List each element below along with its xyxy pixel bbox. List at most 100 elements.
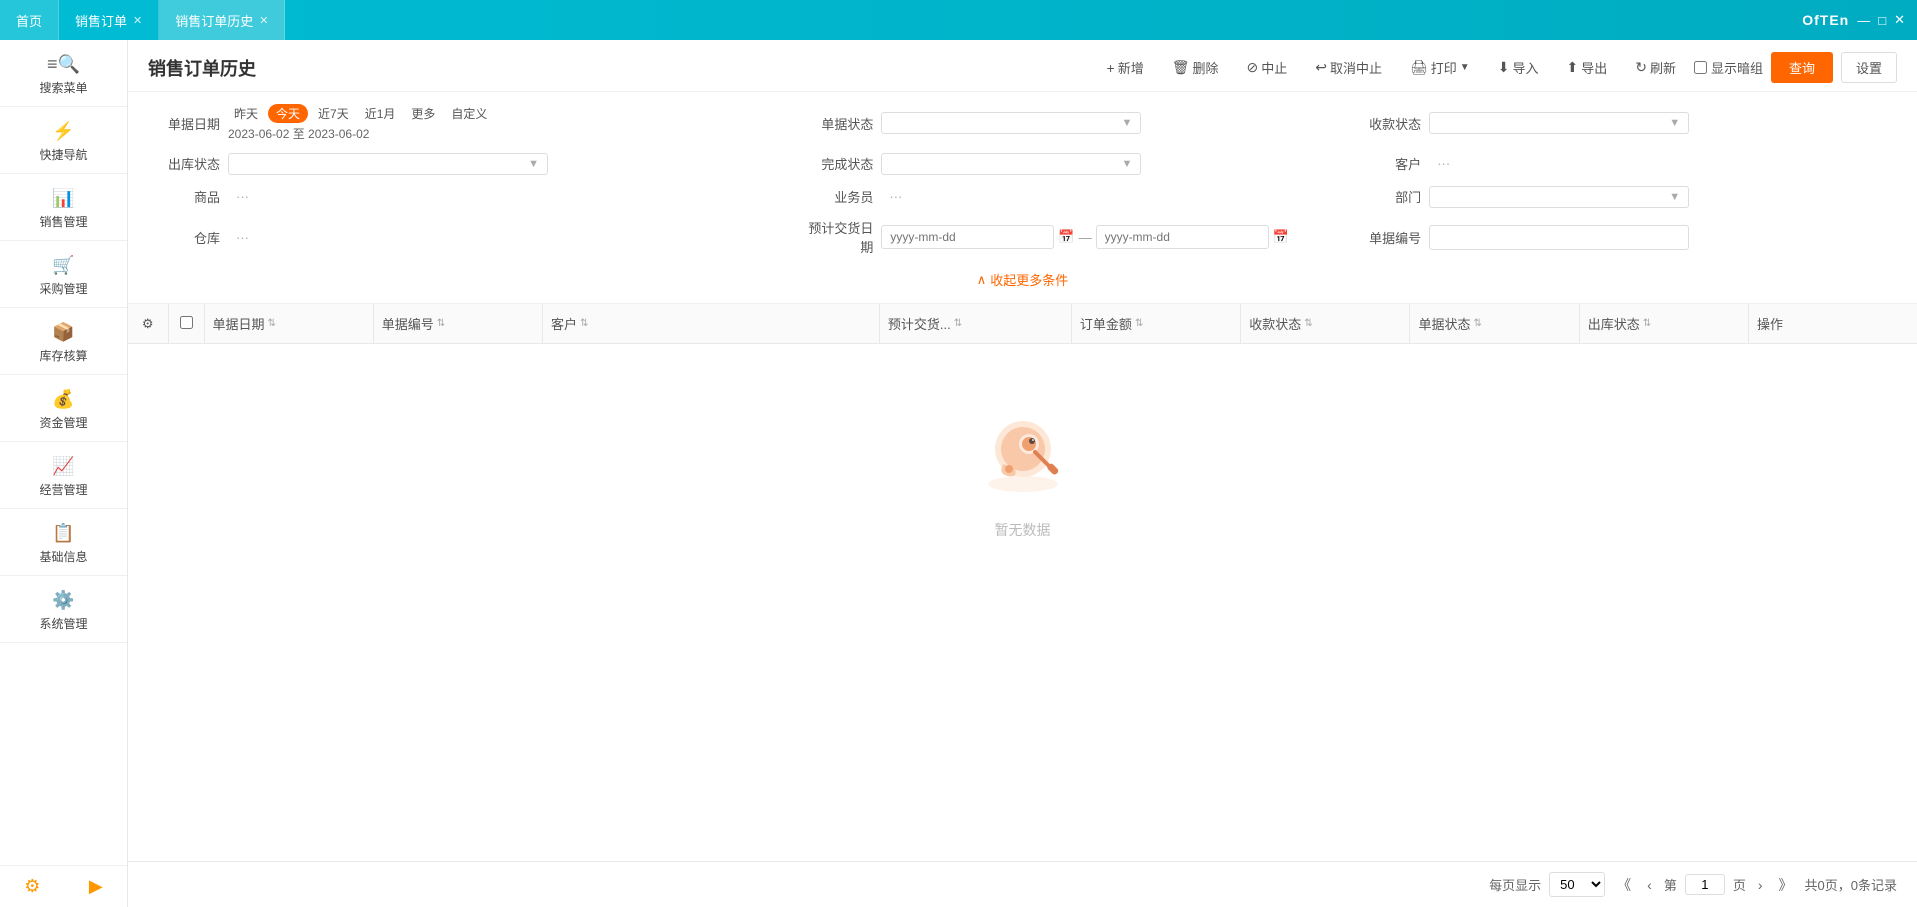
stop-icon: ⊘ xyxy=(1247,59,1259,76)
dept-select[interactable]: ▼ xyxy=(1429,186,1689,208)
window-close-icon[interactable]: ✕ xyxy=(1894,12,1905,28)
sidebar-item-purchase-mgmt[interactable]: 🛒 采购管理 xyxy=(0,241,127,308)
th-date-sort-icon[interactable]: ⇅ xyxy=(268,318,276,329)
filter-customer-section: 客户 ··· xyxy=(1349,152,1877,175)
refresh-button[interactable]: ↻ 刷新 xyxy=(1625,53,1686,82)
th-order-status[interactable]: 单据状态 ⇅ xyxy=(1410,304,1579,344)
warehouse-ellipsis-btn[interactable]: ··· xyxy=(228,226,257,249)
toolbar: + 新增 🗑 删除 ⊘ 中止 ↩ 取消中止 🖨 打印 xyxy=(1097,52,1898,83)
shortcut-1month[interactable]: 近1月 xyxy=(359,104,402,123)
sidebar-item-fund-mgmt[interactable]: 💰 资金管理 xyxy=(0,375,127,442)
delivery-date-end-input[interactable] xyxy=(1096,225,1269,249)
print-button[interactable]: 🖨 打印 ▼ xyxy=(1400,53,1480,82)
th-order-status-label: 单据状态 xyxy=(1418,314,1470,333)
delete-icon: 🗑 xyxy=(1172,59,1190,76)
order-status-select[interactable]: ▼ xyxy=(881,112,1141,134)
stop-button[interactable]: ⊘ 中止 xyxy=(1237,53,1298,82)
th-payment-status[interactable]: 收款状态 ⇅ xyxy=(1241,304,1410,344)
content-area: 销售订单历史 + 新增 🗑 删除 ⊘ 中止 ↩ 取消中止 xyxy=(128,40,1917,907)
th-payment-status-sort-icon[interactable]: ⇅ xyxy=(1304,318,1312,329)
th-number-label: 单据编号 xyxy=(382,314,434,333)
th-payment-status-label: 收款状态 xyxy=(1249,314,1301,333)
total-info: 共0页，0条记录 xyxy=(1805,875,1897,894)
shortcut-7days[interactable]: 近7天 xyxy=(312,104,355,123)
sidebar-item-quick-nav[interactable]: ⚡ 快捷导航 xyxy=(0,107,127,174)
display-cols-checkbox[interactable] xyxy=(1694,61,1707,74)
next-page-button[interactable]: › xyxy=(1754,875,1767,895)
salesperson-ellipsis-btn[interactable]: ··· xyxy=(881,185,910,208)
query-button[interactable]: 查询 xyxy=(1771,52,1833,83)
th-number[interactable]: 单据编号 ⇅ xyxy=(373,304,542,344)
setting-button[interactable]: 设置 xyxy=(1841,52,1897,83)
th-date[interactable]: 单据日期 ⇅ xyxy=(204,304,373,344)
filter-row-4: 仓库 ··· 预计交货日期 📅 — 📅 单据编号 xyxy=(148,218,1897,256)
warehouse-status-select[interactable]: ▼ xyxy=(228,153,548,175)
th-amount[interactable]: 订单金额 ⇅ xyxy=(1071,304,1240,344)
th-warehouse-status[interactable]: 出库状态 ⇅ xyxy=(1579,304,1748,344)
shortcut-today[interactable]: 今天 xyxy=(268,104,308,123)
select-all-checkbox[interactable] xyxy=(180,316,193,329)
th-settings[interactable]: ⚙ xyxy=(128,304,168,344)
cancel-stop-button[interactable]: ↩ 取消中止 xyxy=(1305,53,1392,82)
th-customer[interactable]: 客户 ⇅ xyxy=(543,304,880,344)
sidebar-item-search-menu[interactable]: ≡🔍 搜索菜单 xyxy=(0,40,127,107)
page-size-select[interactable]: 50 10 20 100 xyxy=(1549,872,1605,897)
brand-text: OfTEn xyxy=(1802,12,1849,28)
new-label: 新增 xyxy=(1118,58,1144,77)
goods-ellipsis-btn[interactable]: ··· xyxy=(228,185,257,208)
display-cols-checkbox-label[interactable]: 显示暗组 xyxy=(1694,58,1763,77)
shortcut-more[interactable]: 更多 xyxy=(405,104,441,123)
sidebar-item-inventory-calc[interactable]: 📦 库存核算 xyxy=(0,308,127,375)
top-bar-right: OfTEn — □ ✕ xyxy=(1790,12,1917,28)
sidebar-quick-nav-label: 快捷导航 xyxy=(39,146,87,163)
window-min-icon[interactable]: — xyxy=(1857,13,1870,28)
collapse-bar[interactable]: ∧ 收起更多条件 xyxy=(148,266,1897,291)
window-max-icon[interactable]: □ xyxy=(1878,13,1886,28)
complete-status-select[interactable]: ▼ xyxy=(881,153,1141,175)
th-delivery-label: 预计交货... xyxy=(888,314,951,333)
prev-page-button[interactable]: ‹ xyxy=(1643,875,1656,895)
th-amount-sort-icon[interactable]: ⇅ xyxy=(1135,318,1143,329)
export-button[interactable]: ⬆ 导出 xyxy=(1556,53,1617,82)
table-container: ⚙ 单据日期 ⇅ 单据编号 xyxy=(128,304,1917,861)
page-size-label: 每页显示 xyxy=(1489,875,1541,894)
th-delivery-sort-icon[interactable]: ⇅ xyxy=(954,318,962,329)
new-button[interactable]: + 新增 xyxy=(1097,53,1154,82)
sidebar-settings-icon[interactable]: ⚙ xyxy=(24,876,40,897)
payment-status-select[interactable]: ▼ xyxy=(1429,112,1689,134)
th-checkbox[interactable] xyxy=(168,304,204,344)
doc-number-input[interactable] xyxy=(1429,225,1689,250)
th-order-status-sort-icon[interactable]: ⇅ xyxy=(1473,318,1481,329)
first-page-button[interactable]: 《 xyxy=(1613,873,1635,897)
th-customer-sort-icon[interactable]: ⇅ xyxy=(580,318,588,329)
tab-home[interactable]: 首页 xyxy=(0,0,59,40)
tab-sales-order[interactable]: 销售订单 ✕ xyxy=(59,0,159,40)
sidebar-expand-icon[interactable]: ▶ xyxy=(89,876,103,897)
delivery-date-start-input[interactable] xyxy=(881,225,1054,249)
import-button[interactable]: ⬇ 导入 xyxy=(1488,53,1549,82)
filter-row-1: 单据日期 昨天 今天 近7天 近1月 更多 自定义 2023-06-02 至 2… xyxy=(148,104,1897,142)
sidebar-item-operation-mgmt[interactable]: 📈 经营管理 xyxy=(0,442,127,509)
import-label: 导入 xyxy=(1512,58,1538,77)
sidebar-item-base-info[interactable]: 📋 基础信息 xyxy=(0,509,127,576)
th-delivery[interactable]: 预计交货... ⇅ xyxy=(879,304,1071,344)
shortcut-yesterday[interactable]: 昨天 xyxy=(228,104,264,123)
last-page-button[interactable]: 》 xyxy=(1775,873,1797,897)
th-number-sort-icon[interactable]: ⇅ xyxy=(437,318,445,329)
delivery-date-start-calendar-icon[interactable]: 📅 xyxy=(1058,229,1074,245)
th-date-label: 单据日期 xyxy=(213,314,265,333)
settings-gear-icon[interactable]: ⚙ xyxy=(142,316,154,331)
sales-order-history-close-icon[interactable]: ✕ xyxy=(259,14,268,27)
shortcut-custom[interactable]: 自定义 xyxy=(445,104,493,123)
delivery-date-filter-label: 预计交货日期 xyxy=(801,218,881,256)
customer-ellipsis-btn[interactable]: ··· xyxy=(1429,152,1458,175)
delete-button[interactable]: 🗑 删除 xyxy=(1162,53,1229,82)
sales-order-close-icon[interactable]: ✕ xyxy=(133,14,142,27)
th-warehouse-status-sort-icon[interactable]: ⇅ xyxy=(1643,318,1651,329)
page-number-input[interactable] xyxy=(1685,874,1725,895)
sidebar-item-sys-mgmt[interactable]: ⚙️ 系统管理 xyxy=(0,576,127,643)
sidebar-item-sales-mgmt[interactable]: 📊 销售管理 xyxy=(0,174,127,241)
delivery-date-end-calendar-icon[interactable]: 📅 xyxy=(1273,229,1289,245)
filter-order-status-section: 单据状态 ▼ xyxy=(801,112,1329,134)
tab-sales-order-history[interactable]: 销售订单历史 ✕ xyxy=(159,0,285,40)
